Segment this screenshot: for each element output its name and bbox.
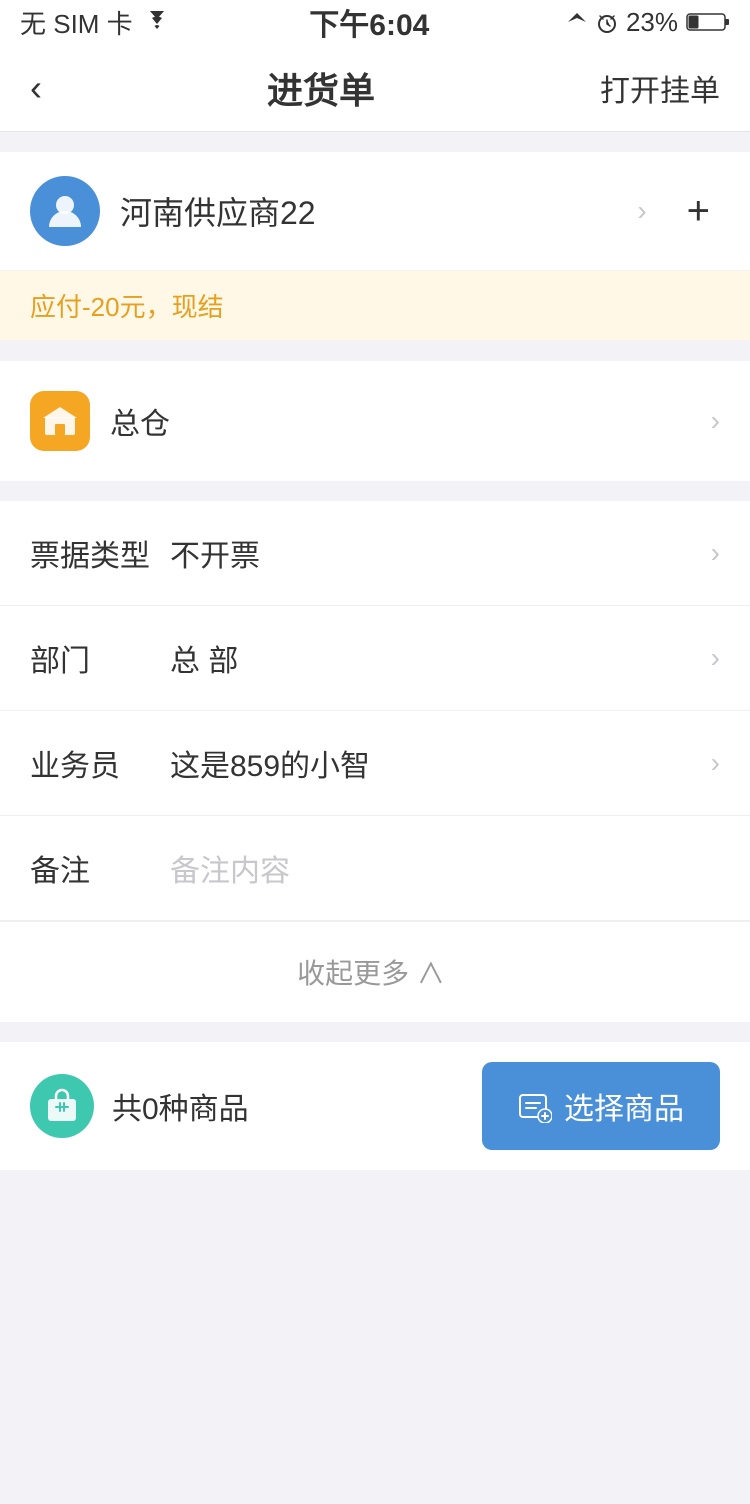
supplier-avatar bbox=[30, 176, 100, 246]
divider-1 bbox=[0, 341, 750, 361]
collapse-row[interactable]: 收起更多 ∧ bbox=[0, 921, 750, 1022]
time-text: 下午6:04 bbox=[309, 0, 429, 44]
page-title: 进货单 bbox=[267, 62, 375, 114]
salesperson-value: 这是859的小智 bbox=[170, 741, 711, 785]
status-bar: 无 SIM 卡 下午6:04 23% bbox=[0, 0, 750, 44]
department-row[interactable]: 部门 总 部 › bbox=[0, 606, 750, 711]
alarm-icon bbox=[596, 11, 618, 33]
select-product-button[interactable]: 选择商品 bbox=[482, 1062, 720, 1150]
department-value: 总 部 bbox=[170, 636, 711, 680]
battery-text: 23% bbox=[626, 7, 678, 38]
invoice-type-label: 票据类型 bbox=[30, 531, 170, 575]
warehouse-card: 总仓 › bbox=[0, 361, 750, 481]
person-icon bbox=[45, 191, 85, 231]
invoice-type-row[interactable]: 票据类型 不开票 › bbox=[0, 501, 750, 606]
product-bag-icon bbox=[43, 1087, 81, 1125]
nav-bar: ‹ 进货单 打开挂单 bbox=[0, 44, 750, 132]
product-count-text: 共0种商品 bbox=[112, 1084, 249, 1128]
top-spacer bbox=[0, 132, 750, 152]
battery-icon bbox=[686, 11, 730, 33]
form-card: 票据类型 不开票 › 部门 总 部 › 业务员 这是859的小智 › 备注 备注… bbox=[0, 501, 750, 1022]
status-left: 无 SIM 卡 bbox=[20, 4, 173, 41]
remark-value[interactable]: 备注内容 bbox=[170, 846, 720, 890]
wifi-icon bbox=[141, 11, 173, 33]
warehouse-icon-wrap bbox=[30, 391, 90, 451]
salesperson-row[interactable]: 业务员 这是859的小智 › bbox=[0, 711, 750, 816]
invoice-chevron-icon: › bbox=[711, 537, 720, 569]
add-supplier-button[interactable]: + bbox=[677, 189, 720, 234]
select-product-label: 选择商品 bbox=[564, 1084, 684, 1128]
supplier-chevron-icon: › bbox=[637, 195, 646, 227]
supplier-name: 河南供应商22 bbox=[120, 188, 637, 234]
notice-bar: 应付-20元，现结 bbox=[0, 271, 750, 341]
remark-row[interactable]: 备注 备注内容 bbox=[0, 816, 750, 921]
supplier-row[interactable]: 河南供应商22 › + bbox=[0, 152, 750, 271]
notice-text: 应付-20元，现结 bbox=[30, 292, 224, 322]
department-chevron-icon: › bbox=[711, 642, 720, 674]
salesperson-chevron-icon: › bbox=[711, 747, 720, 779]
product-icon-wrap bbox=[30, 1074, 94, 1138]
status-right: 23% bbox=[566, 7, 730, 38]
open-pending-button[interactable]: 打开挂单 bbox=[600, 66, 720, 110]
back-button[interactable]: ‹ bbox=[30, 67, 42, 109]
warehouse-chevron-icon: › bbox=[711, 405, 720, 437]
warehouse-icon bbox=[42, 403, 78, 439]
salesperson-label: 业务员 bbox=[30, 741, 170, 785]
collapse-label: 收起更多 ∧ bbox=[297, 952, 445, 992]
empty-area bbox=[0, 1170, 750, 1504]
bottom-section: 共0种商品 选择商品 bbox=[0, 1042, 750, 1170]
remark-label: 备注 bbox=[30, 846, 170, 890]
supplier-card: 河南供应商22 › + 应付-20元，现结 bbox=[0, 152, 750, 341]
divider-2 bbox=[0, 481, 750, 501]
warehouse-label: 总仓 bbox=[110, 399, 711, 443]
warehouse-row[interactable]: 总仓 › bbox=[0, 361, 750, 481]
carrier-text: 无 SIM 卡 bbox=[20, 4, 133, 41]
department-label: 部门 bbox=[30, 636, 170, 680]
product-count-wrap: 共0种商品 bbox=[30, 1074, 249, 1138]
invoice-type-value: 不开票 bbox=[170, 531, 711, 575]
select-product-icon bbox=[518, 1089, 552, 1123]
location-icon bbox=[566, 11, 588, 33]
